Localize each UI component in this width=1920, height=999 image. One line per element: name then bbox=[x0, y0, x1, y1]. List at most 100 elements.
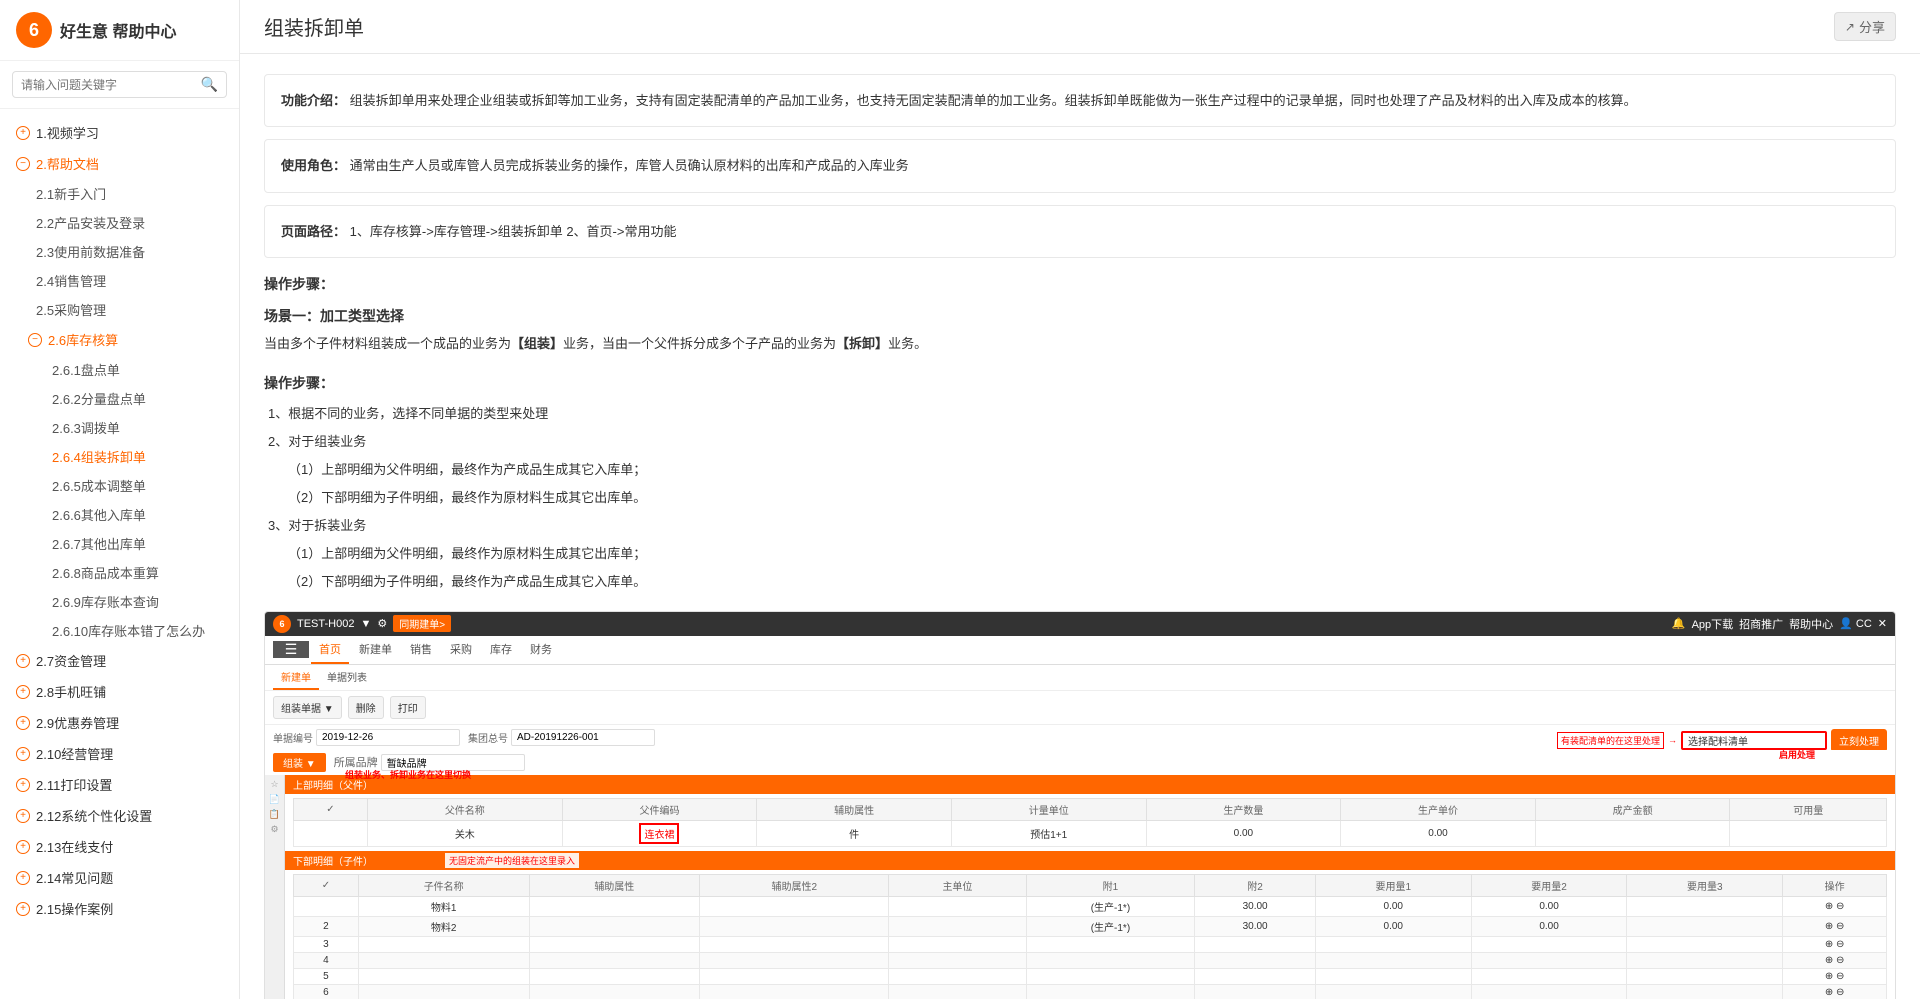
sidebar-item-newbie[interactable]: 2.1新手入门 bbox=[0, 179, 239, 208]
mock-assembly-type-row: 组装 ▼ 所属品牌 组装业务、拆卸业务在这里切换 启用处理 bbox=[265, 750, 1895, 775]
mock-tab-home[interactable]: 首页 bbox=[311, 636, 349, 664]
mock-lcell-aux1 bbox=[529, 896, 700, 916]
mock-lower-section-label: 下部明细（子件） 无固定流产中的组装在这里录入 bbox=[285, 851, 1895, 870]
mock-sidebar-toggle[interactable]: ☰ bbox=[273, 641, 309, 658]
sidebar-item-label: 2.13在线支付 bbox=[36, 837, 113, 856]
search-input[interactable] bbox=[21, 78, 197, 92]
mock-new-btn[interactable]: 同期建单> bbox=[393, 615, 451, 632]
search-box[interactable]: 🔍 bbox=[12, 71, 227, 98]
sidebar-item-personalize[interactable]: + 2.12系统个性化设置 bbox=[0, 800, 239, 831]
mock-close-icon[interactable]: ✕ bbox=[1878, 617, 1887, 630]
mock-th-price: 生产单价 bbox=[1341, 798, 1536, 820]
sidebar-item-capital[interactable]: + 2.7资金管理 bbox=[0, 645, 239, 676]
mock-sub-tab-new[interactable]: 新建单 bbox=[273, 665, 319, 690]
sidebar-item-inventory[interactable]: − 2.6库存核算 bbox=[0, 324, 239, 355]
mock-lcell2-aux1 bbox=[529, 916, 700, 936]
mock-date-input[interactable] bbox=[316, 729, 460, 746]
sidebar-item-stock-check[interactable]: 2.6.9库存账本查询 bbox=[0, 587, 239, 616]
sidebar-item-other-out[interactable]: 2.6.7其他出库单 bbox=[0, 529, 239, 558]
mock-lower-row-2: 2 物料2 (生产-1*) 30.00 0.00 0.00 bbox=[294, 916, 1887, 936]
sidebar-item-cost-calc[interactable]: 2.6.8商品成本重算 bbox=[0, 558, 239, 587]
search-icon[interactable]: 🔍 bbox=[201, 76, 218, 93]
main-area: 组装拆卸单 ↗ 分享 功能介绍： 组装拆卸单用来处理企业组装或拆卸等加工业务，支… bbox=[240, 0, 1920, 999]
mock-lcell-qty2: 0.00 bbox=[1471, 896, 1627, 916]
mock-docno-input[interactable] bbox=[511, 729, 655, 746]
mock-bom-annotation: 有装配清单的在这里处理 bbox=[1557, 732, 1664, 749]
sidebar-item-label: 2.10经营管理 bbox=[36, 744, 113, 763]
share-button[interactable]: ↗ 分享 bbox=[1834, 12, 1896, 41]
sidebar-item-print[interactable]: + 2.11打印设置 bbox=[0, 769, 239, 800]
mock-lower-row-4: 4⊕ ⊖ bbox=[294, 952, 1887, 968]
scenario1-title: 场景一：加工类型选择 bbox=[264, 306, 1896, 326]
sidebar-item-cases[interactable]: + 2.15操作案例 bbox=[0, 893, 239, 924]
sidebar-item-coupon[interactable]: + 2.9优惠券管理 bbox=[0, 707, 239, 738]
mock-assembly-toggle[interactable]: 组装 ▼ bbox=[273, 753, 326, 772]
collapse-inventory-icon: − bbox=[28, 333, 42, 347]
sidebar-sub-label: 2.6.7其他出库单 bbox=[52, 534, 146, 553]
sidebar-item-faq[interactable]: + 2.14常见问题 bbox=[0, 862, 239, 893]
mock-th-parent-code: 父件编码 bbox=[562, 798, 757, 820]
mock-upper-row-1: 关木 连衣裙 件 预估1+1 0.00 0.00 bbox=[294, 820, 1887, 846]
sidebar-item-operation[interactable]: + 2.10经营管理 bbox=[0, 738, 239, 769]
sidebar-item-split-stocktake[interactable]: 2.6.2分量盘点单 bbox=[0, 384, 239, 413]
mock-cell-aux: 件 bbox=[757, 820, 952, 846]
sidebar-item-other-in[interactable]: 2.6.6其他入库单 bbox=[0, 500, 239, 529]
mock-doc-type-dropdown[interactable]: 组装单据 ▼ bbox=[273, 696, 342, 719]
mock-field-date: 单据编号 bbox=[273, 729, 460, 746]
sidebar-item-install[interactable]: 2.2产品安装及登录 bbox=[0, 208, 239, 237]
sidebar-item-cost-adjust[interactable]: 2.6.5成本调整单 bbox=[0, 471, 239, 500]
mock-tab-finance[interactable]: 财务 bbox=[522, 636, 560, 664]
mock-print-btn[interactable]: 打印 bbox=[390, 696, 426, 719]
sidebar-item-data-prep[interactable]: 2.3使用前数据准备 bbox=[0, 237, 239, 266]
sidebar-sub-label: 2.3使用前数据准备 bbox=[36, 242, 145, 261]
mock-app-download: App下载 bbox=[1692, 616, 1734, 632]
sidebar-item-assembly[interactable]: 2.6.4组装拆卸单 bbox=[0, 442, 239, 471]
mock-delete-btn[interactable]: 删除 bbox=[348, 696, 384, 719]
mock-nav: ☰ 首页 新建单 销售 采购 库存 财务 bbox=[265, 636, 1895, 665]
nav-tree: + 1.视频学习 − 2.帮助文档 2.1新手入门 2.2产品安装及登录 2.3… bbox=[0, 109, 239, 999]
sidebar-item-account-error[interactable]: 2.6.10库存账本错了怎么办 bbox=[0, 616, 239, 645]
mock-th-qty: 生产数量 bbox=[1146, 798, 1341, 820]
mock-avatar: 👤 CC bbox=[1839, 617, 1872, 630]
mock-tab-new[interactable]: 新建单 bbox=[351, 636, 400, 664]
sidebar-sub-label: 2.6.5成本调整单 bbox=[52, 476, 146, 495]
sidebar-item-purchase[interactable]: 2.5采购管理 bbox=[0, 295, 239, 324]
mock-table-area: 上部明细（父件） ✓ 父件名称 父件编码 辅助属性 计量单位 bbox=[285, 775, 1895, 999]
mock-sub-tab-list[interactable]: 单据列表 bbox=[319, 665, 375, 690]
sidebar-item-mobile[interactable]: + 2.8手机旺铺 bbox=[0, 676, 239, 707]
sidebar-sub-label: 2.4销售管理 bbox=[36, 271, 106, 290]
sidebar-sub-label: 2.1新手入门 bbox=[36, 184, 106, 203]
mock-dropdown-icon: ▼ bbox=[360, 618, 371, 630]
mock-tab-purchase[interactable]: 采购 bbox=[442, 636, 480, 664]
logo-icon: 6 bbox=[16, 12, 52, 48]
mock-lcell2-name: 物料2 bbox=[358, 916, 529, 936]
sidebar-item-label: 2.12系统个性化设置 bbox=[36, 806, 152, 825]
mock-lcell2-op[interactable]: ⊕ ⊖ bbox=[1783, 916, 1887, 936]
path-block: 页面路径： 1、库存核算->库存管理->组装拆卸单 2、首页->常用功能 bbox=[264, 205, 1896, 258]
sidebar-item-label: 2.7资金管理 bbox=[36, 651, 106, 670]
sidebar-item-adjust[interactable]: 2.6.3调拨单 bbox=[0, 413, 239, 442]
expand-icon: + bbox=[16, 809, 30, 823]
mock-lth-op: 操作 bbox=[1783, 874, 1887, 896]
sidebar-item-video[interactable]: + 1.视频学习 bbox=[0, 117, 239, 148]
mock-lcell-op[interactable]: ⊕ ⊖ bbox=[1783, 896, 1887, 916]
mock-tab-inventory[interactable]: 库存 bbox=[482, 636, 520, 664]
mock-cell-amount bbox=[1535, 820, 1730, 846]
mock-upper-section-label: 上部明细（父件） bbox=[285, 775, 1895, 794]
expand-icon: + bbox=[16, 840, 30, 854]
sidebar-item-label: 2.6库存核算 bbox=[48, 330, 118, 349]
expand-icon: + bbox=[16, 747, 30, 761]
mock-side-icons: ☆ 📄 📋 ⚙ bbox=[265, 775, 285, 999]
sidebar-item-online-pay[interactable]: + 2.13在线支付 bbox=[0, 831, 239, 862]
sidebar: 6 好生意 帮助中心 🔍 + 1.视频学习 − 2.帮助文档 2.1新手入门 2… bbox=[0, 0, 240, 999]
step1: 1、根据不同的业务，选择不同单据的类型来处理 bbox=[268, 401, 1896, 427]
sidebar-item-stocktake[interactable]: 2.6.1盘点单 bbox=[0, 355, 239, 384]
mock-ok-btn[interactable]: 立刻处理 bbox=[1831, 729, 1887, 752]
share-label: 分享 bbox=[1859, 17, 1885, 36]
sidebar-item-docs[interactable]: − 2.帮助文档 bbox=[0, 148, 239, 179]
mock-tab-sales[interactable]: 销售 bbox=[402, 636, 440, 664]
step3-sub1: （1）上部明细为父件明细，最终作为原材料生成其它出库单； bbox=[268, 541, 1896, 567]
step3: 3、对于拆装业务 bbox=[268, 513, 1896, 539]
mock-company: TEST-H002 bbox=[297, 618, 354, 630]
sidebar-item-sales[interactable]: 2.4销售管理 bbox=[0, 266, 239, 295]
